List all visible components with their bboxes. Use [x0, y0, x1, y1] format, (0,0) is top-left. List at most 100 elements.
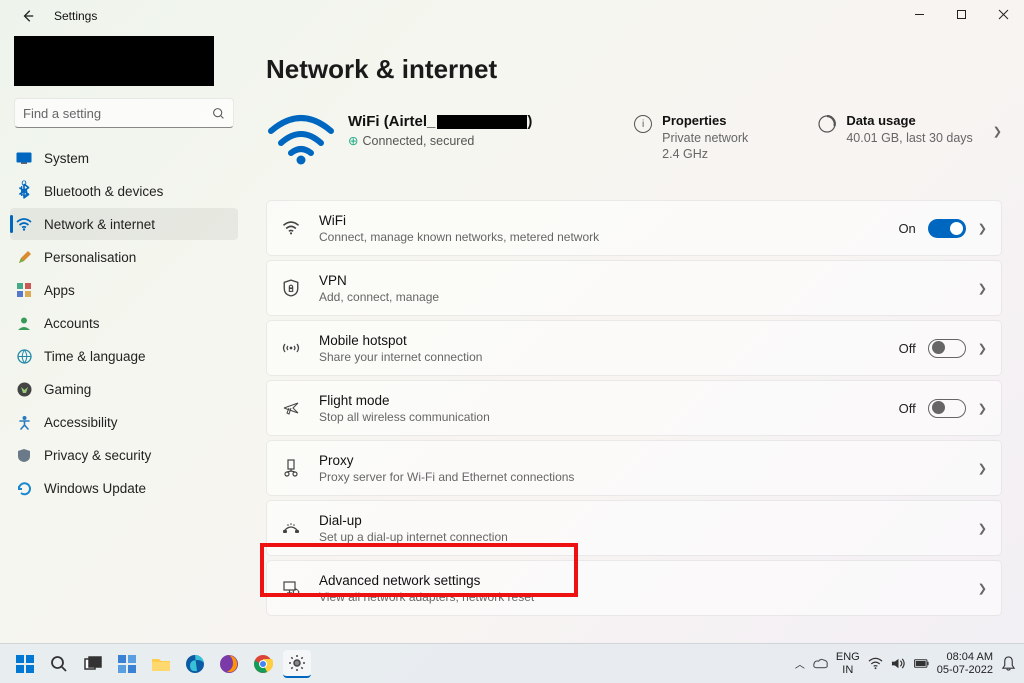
wifi-icon	[281, 221, 301, 235]
sidebar-item-apps[interactable]: Apps	[10, 274, 238, 306]
search-icon	[212, 107, 225, 120]
chrome-button[interactable]	[249, 650, 277, 678]
chevron-right-icon: ❯	[978, 282, 987, 295]
sidebar: Find a setting System bͦ Bluetooth & dev…	[0, 32, 248, 643]
back-button[interactable]	[16, 4, 40, 28]
sidebar-item-label: Bluetooth & devices	[44, 184, 163, 199]
sidebar-item-system[interactable]: System	[10, 142, 238, 174]
clock[interactable]: 08:04 AM05-07-2022	[937, 651, 993, 676]
accessibility-icon	[16, 414, 32, 430]
sidebar-item-label: System	[44, 151, 89, 166]
widgets-button[interactable]	[113, 650, 141, 678]
sidebar-item-label: Network & internet	[44, 217, 155, 232]
wifi-toggle[interactable]	[928, 219, 966, 238]
sidebar-item-update[interactable]: Windows Update	[10, 472, 238, 504]
edge-button[interactable]	[181, 650, 209, 678]
sidebar-item-privacy[interactable]: Privacy & security	[10, 439, 238, 471]
hotspot-card[interactable]: Mobile hotspotShare your internet connec…	[266, 320, 1002, 376]
person-icon	[16, 315, 32, 331]
wifi-large-icon	[266, 113, 336, 170]
page-title: Network & internet	[266, 54, 1002, 85]
dialup-card[interactable]: Dial-upSet up a dial-up internet connect…	[266, 500, 1002, 556]
bluetooth-icon	[16, 183, 32, 199]
battery-tray-icon[interactable]	[914, 656, 929, 671]
maximize-button[interactable]	[940, 0, 982, 28]
wifi-tray-icon[interactable]	[868, 656, 883, 671]
sidebar-item-label: Windows Update	[44, 481, 146, 496]
vpn-shield-icon	[281, 279, 301, 297]
chevron-right-icon: ❯	[993, 113, 1002, 138]
flight-mode-card[interactable]: Flight modeStop all wireless communicati…	[266, 380, 1002, 436]
update-icon	[16, 480, 32, 496]
app-title: Settings	[54, 9, 97, 23]
start-button[interactable]	[11, 650, 39, 678]
hotspot-icon	[281, 341, 301, 355]
system-icon	[16, 150, 32, 166]
hotspot-toggle[interactable]	[928, 339, 966, 358]
sidebar-item-label: Accounts	[44, 316, 100, 331]
properties-button[interactable]: i Properties Private network2.4 GHz	[634, 113, 748, 163]
wifi-icon	[16, 216, 32, 232]
chevron-right-icon: ❯	[978, 522, 987, 535]
sidebar-item-gaming[interactable]: Gaming	[10, 373, 238, 405]
volume-tray-icon[interactable]	[891, 656, 906, 671]
search-input[interactable]: Find a setting	[14, 98, 234, 128]
firefox-button[interactable]	[215, 650, 243, 678]
sidebar-item-label: Gaming	[44, 382, 91, 397]
nav-list: System bͦ Bluetooth & devices Network & …	[10, 142, 238, 504]
chevron-right-icon: ❯	[978, 582, 987, 595]
sidebar-item-label: Accessibility	[44, 415, 118, 430]
gaming-icon	[16, 381, 32, 397]
user-account-block[interactable]	[14, 36, 214, 86]
sidebar-item-label: Personalisation	[44, 250, 136, 265]
chevron-right-icon: ❯	[978, 402, 987, 415]
sidebar-item-label: Privacy & security	[44, 448, 151, 463]
network-status-header: WiFi (Airtel_) ⊕Connected, secured i Pro…	[266, 113, 1002, 170]
sidebar-item-bluetooth[interactable]: bͦ Bluetooth & devices	[10, 175, 238, 207]
sidebar-item-accounts[interactable]: Accounts	[10, 307, 238, 339]
close-button[interactable]	[982, 0, 1024, 28]
content-area: Network & internet WiFi (Airtel_) ⊕Conne…	[248, 32, 1024, 643]
shield-icon	[16, 447, 32, 463]
sidebar-item-network[interactable]: Network & internet	[10, 208, 238, 240]
hotspot-state-label: Off	[899, 341, 916, 356]
flight-state-label: Off	[899, 401, 916, 416]
sidebar-item-time[interactable]: Time & language	[10, 340, 238, 372]
sidebar-item-label: Time & language	[44, 349, 146, 364]
search-placeholder: Find a setting	[23, 106, 212, 121]
usage-icon	[818, 115, 836, 133]
system-tray[interactable]: ︿ ENGIN 08:04 AM05-07-2022	[795, 651, 1016, 676]
chevron-right-icon: ❯	[978, 462, 987, 475]
taskbar: ︿ ENGIN 08:04 AM05-07-2022	[0, 643, 1024, 683]
language-indicator[interactable]: ENGIN	[836, 651, 860, 675]
minimize-button[interactable]	[898, 0, 940, 28]
search-taskbar-button[interactable]	[45, 650, 73, 678]
airplane-icon	[281, 400, 301, 416]
data-usage-button[interactable]: Data usage 40.01 GB, last 30 days	[818, 113, 972, 146]
tray-chevron-icon[interactable]: ︿	[795, 656, 805, 671]
apps-icon	[16, 282, 32, 298]
task-view-button[interactable]	[79, 650, 107, 678]
chevron-right-icon: ❯	[978, 342, 987, 355]
advanced-network-card[interactable]: Advanced network settingsView all networ…	[266, 560, 1002, 616]
titlebar: Settings	[0, 0, 1024, 32]
redacted-ssid	[437, 115, 527, 129]
paintbrush-icon	[16, 249, 32, 265]
sidebar-item-personalisation[interactable]: Personalisation	[10, 241, 238, 273]
sidebar-item-accessibility[interactable]: Accessibility	[10, 406, 238, 438]
flight-toggle[interactable]	[928, 399, 966, 418]
advanced-network-icon	[281, 580, 301, 596]
wifi-state-label: On	[898, 221, 915, 236]
clock-globe-icon	[16, 348, 32, 364]
sidebar-item-label: Apps	[44, 283, 75, 298]
file-explorer-button[interactable]	[147, 650, 175, 678]
back-arrow-icon	[21, 9, 35, 23]
proxy-card[interactable]: ProxyProxy server for Wi-Fi and Ethernet…	[266, 440, 1002, 496]
wifi-network-name: WiFi (Airtel_)	[348, 113, 532, 130]
vpn-card[interactable]: VPNAdd, connect, manage ❯	[266, 260, 1002, 316]
settings-taskbar-button[interactable]	[283, 650, 311, 678]
proxy-icon	[281, 459, 301, 477]
wifi-card[interactable]: WiFiConnect, manage known networks, mete…	[266, 200, 1002, 256]
onedrive-icon[interactable]	[813, 656, 828, 671]
notifications-icon[interactable]	[1001, 656, 1016, 671]
